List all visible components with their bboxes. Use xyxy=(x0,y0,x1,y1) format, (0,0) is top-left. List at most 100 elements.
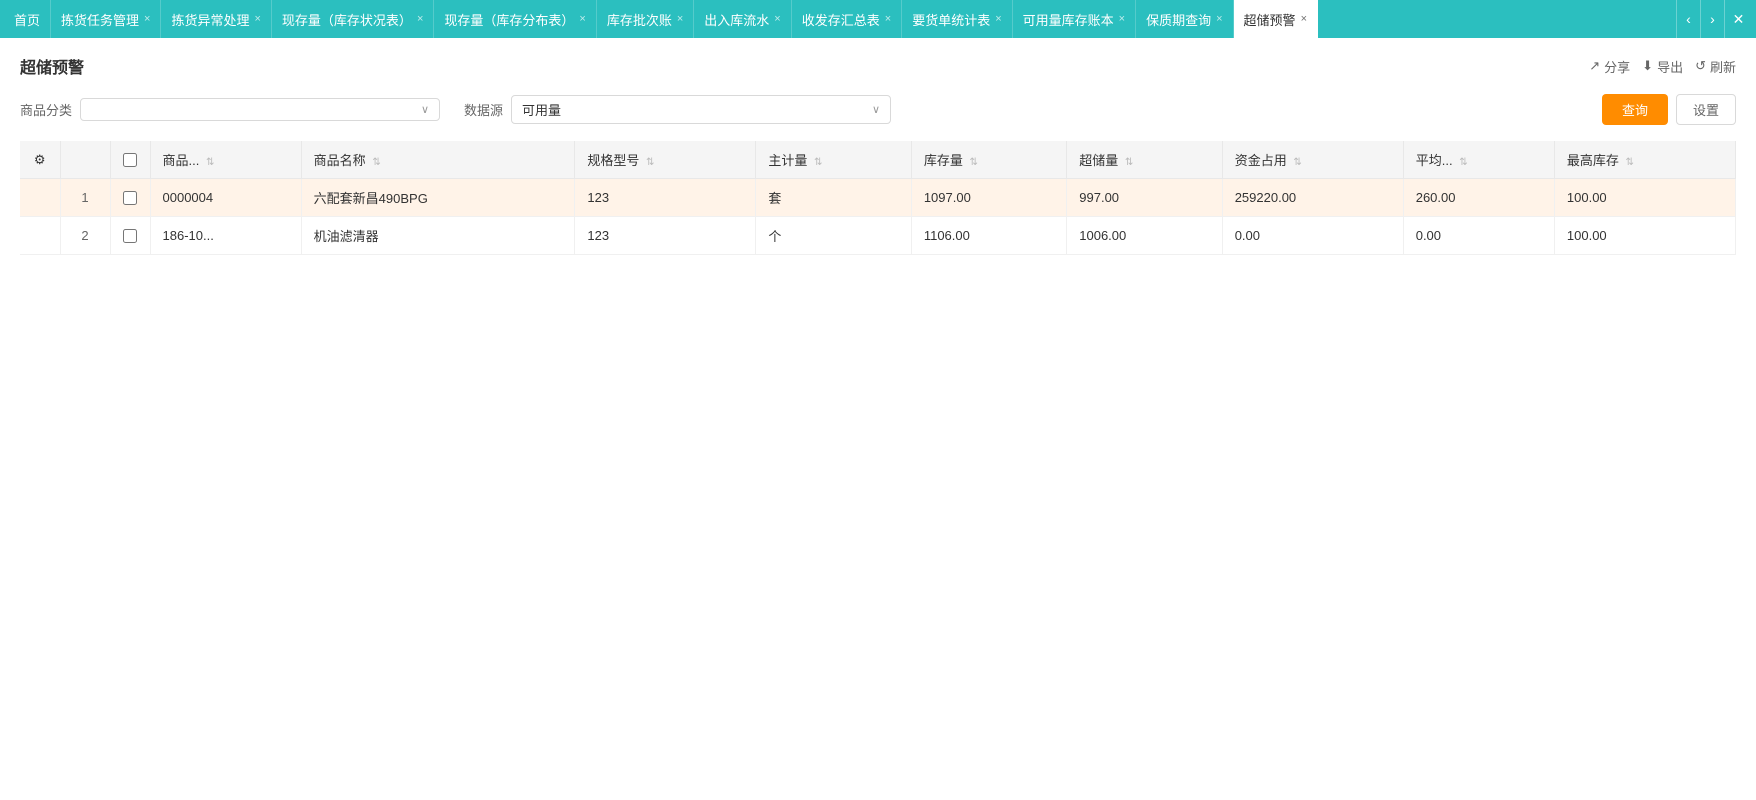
row-checkbox[interactable] xyxy=(123,229,137,243)
row-spec: 123 xyxy=(575,217,756,255)
table-row: 2 186-10... 机油滤清器 123 个 1106.00 1006.00 … xyxy=(20,217,1736,255)
nav-tab-close-icon[interactable]: × xyxy=(1119,13,1125,25)
nav-tab-close-icon[interactable]: × xyxy=(579,13,585,25)
col-avg[interactable]: 平均... ⇅ xyxy=(1403,141,1554,179)
select-all-checkbox[interactable] xyxy=(123,153,137,167)
sort-icon-overstock: ⇅ xyxy=(1125,157,1133,168)
query-button[interactable]: 查询 xyxy=(1602,94,1668,125)
nav-tab-close-icon[interactable]: × xyxy=(774,13,780,25)
row-avg: 260.00 xyxy=(1403,179,1554,217)
top-nav: 首页拣货任务管理×拣货异常处理×现存量（库存状况表）×现存量（库存分布表）×库存… xyxy=(0,0,1756,38)
col-capital[interactable]: 资金占用 ⇅ xyxy=(1222,141,1403,179)
nav-tab-label: 库存批次账 xyxy=(607,10,672,29)
main-content: 超储预警 ↗ 分享 ⬇ 导出 ↺ 刷新 商品分类 ∨ 数据源 xyxy=(0,38,1756,800)
nav-tab-9[interactable]: 可用量库存账本 × xyxy=(1013,0,1136,38)
nav-tab-close-icon[interactable]: × xyxy=(254,13,260,25)
category-filter: 商品分类 ∨ xyxy=(20,98,440,121)
nav-close-all-button[interactable]: ✕ xyxy=(1724,0,1752,38)
nav-tab-close-icon[interactable]: × xyxy=(677,13,683,25)
row-unit: 个 xyxy=(756,217,911,255)
nav-tab-label: 要货单统计表 xyxy=(912,10,990,29)
datasource-filter: 数据源 可用量 ∨ xyxy=(464,95,891,124)
sort-icon-product-code: ⇅ xyxy=(206,157,214,168)
row-capital: 0.00 xyxy=(1222,217,1403,255)
nav-prev-button[interactable]: ‹ xyxy=(1676,0,1700,38)
col-product-code[interactable]: 商品... ⇅ xyxy=(150,141,301,179)
nav-tab-close-icon[interactable]: × xyxy=(417,13,423,25)
nav-tab-label: 出入库流水 xyxy=(704,10,769,29)
category-label: 商品分类 xyxy=(20,100,72,119)
sort-icon-spec: ⇅ xyxy=(646,157,654,168)
row-overstock: 1006.00 xyxy=(1067,217,1222,255)
nav-tab-label: 现存量（库存分布表） xyxy=(444,10,574,29)
nav-tab-label: 可用量库存账本 xyxy=(1023,10,1114,29)
row-capital: 259220.00 xyxy=(1222,179,1403,217)
nav-tab-close-icon[interactable]: × xyxy=(885,13,891,25)
nav-tab-0[interactable]: 首页 xyxy=(4,0,51,38)
row-checkbox-cell[interactable] xyxy=(110,217,150,255)
row-product-name: 机油滤清器 xyxy=(301,217,575,255)
nav-tab-close-icon[interactable]: × xyxy=(144,13,150,25)
col-product-name[interactable]: 商品名称 ⇅ xyxy=(301,141,575,179)
nav-tab-1[interactable]: 拣货任务管理× xyxy=(51,0,161,38)
row-stock: 1106.00 xyxy=(911,217,1066,255)
col-stock[interactable]: 库存量 ⇅ xyxy=(911,141,1066,179)
sort-icon-stock: ⇅ xyxy=(969,157,977,168)
table-row: 1 0000004 六配套新昌490BPG 123 套 1097.00 997.… xyxy=(20,179,1736,217)
col-spec[interactable]: 规格型号 ⇅ xyxy=(575,141,756,179)
nav-tab-label: 超储预警 xyxy=(1244,10,1296,29)
nav-tab-3[interactable]: 现存量（库存状况表）× xyxy=(272,0,434,38)
sort-icon-max-stock: ⇅ xyxy=(1626,157,1634,168)
share-icon: ↗ xyxy=(1589,58,1600,74)
nav-tab-5[interactable]: 库存批次账 × xyxy=(597,0,694,38)
sort-icon-product-name: ⇅ xyxy=(372,157,380,168)
sort-icon-capital: ⇅ xyxy=(1293,157,1301,168)
nav-tab-6[interactable]: 出入库流水 × xyxy=(694,0,791,38)
nav-tab-label: 拣货异常处理 xyxy=(171,10,249,29)
datasource-select[interactable]: 可用量 ∨ xyxy=(511,95,891,124)
col-max-stock[interactable]: 最高库存 ⇅ xyxy=(1554,141,1735,179)
col-checkbox[interactable] xyxy=(110,141,150,179)
row-product-code: 186-10... xyxy=(150,217,301,255)
row-stock: 1097.00 xyxy=(911,179,1066,217)
refresh-icon: ↺ xyxy=(1695,58,1706,74)
export-button[interactable]: ⬇ 导出 xyxy=(1642,57,1683,76)
filter-buttons: 查询 设置 xyxy=(1602,94,1736,125)
row-spec: 123 xyxy=(575,179,756,217)
share-button[interactable]: ↗ 分享 xyxy=(1589,57,1630,76)
row-checkbox-cell[interactable] xyxy=(110,179,150,217)
datasource-dropdown-icon: ∨ xyxy=(872,103,880,116)
nav-tab-close-icon[interactable]: × xyxy=(1301,13,1307,25)
datasource-label: 数据源 xyxy=(464,100,503,119)
row-gear-cell xyxy=(20,179,60,217)
nav-tab-10[interactable]: 保质期查询× xyxy=(1136,0,1233,38)
nav-next-button[interactable]: › xyxy=(1700,0,1724,38)
nav-tab-close-icon[interactable]: × xyxy=(995,13,1001,25)
nav-tab-4[interactable]: 现存量（库存分布表） × xyxy=(434,0,596,38)
row-max-stock: 100.00 xyxy=(1554,217,1735,255)
settings-button[interactable]: 设置 xyxy=(1676,94,1736,125)
nav-tab-label: 首页 xyxy=(14,10,40,29)
row-product-code: 0000004 xyxy=(150,179,301,217)
table-header-row: ⚙ 商品... ⇅ 商品名称 ⇅ 规格型号 ⇅ xyxy=(20,141,1736,179)
nav-tab-11[interactable]: 超储预警 × xyxy=(1234,0,1318,38)
row-index: 2 xyxy=(60,217,110,255)
col-index xyxy=(60,141,110,179)
nav-tab-close-icon[interactable]: × xyxy=(1216,13,1222,25)
row-checkbox[interactable] xyxy=(123,191,137,205)
nav-tab-8[interactable]: 要货单统计表 × xyxy=(902,0,1012,38)
refresh-button[interactable]: ↺ 刷新 xyxy=(1695,57,1736,76)
nav-tab-label: 收发存汇总表 xyxy=(802,10,880,29)
col-gear[interactable]: ⚙ xyxy=(20,141,60,179)
datasource-select-value: 可用量 xyxy=(522,100,561,119)
row-gear-cell xyxy=(20,217,60,255)
sort-icon-unit: ⇅ xyxy=(814,157,822,168)
col-overstock[interactable]: 超储量 ⇅ xyxy=(1067,141,1222,179)
data-table: ⚙ 商品... ⇅ 商品名称 ⇅ 规格型号 ⇅ xyxy=(20,141,1736,255)
nav-tab-2[interactable]: 拣货异常处理 × xyxy=(161,0,271,38)
nav-tab-7[interactable]: 收发存汇总表 × xyxy=(792,0,902,38)
category-select[interactable]: ∨ xyxy=(80,98,440,121)
row-index: 1 xyxy=(60,179,110,217)
col-unit[interactable]: 主计量 ⇅ xyxy=(756,141,911,179)
gear-icon: ⚙ xyxy=(34,152,46,167)
